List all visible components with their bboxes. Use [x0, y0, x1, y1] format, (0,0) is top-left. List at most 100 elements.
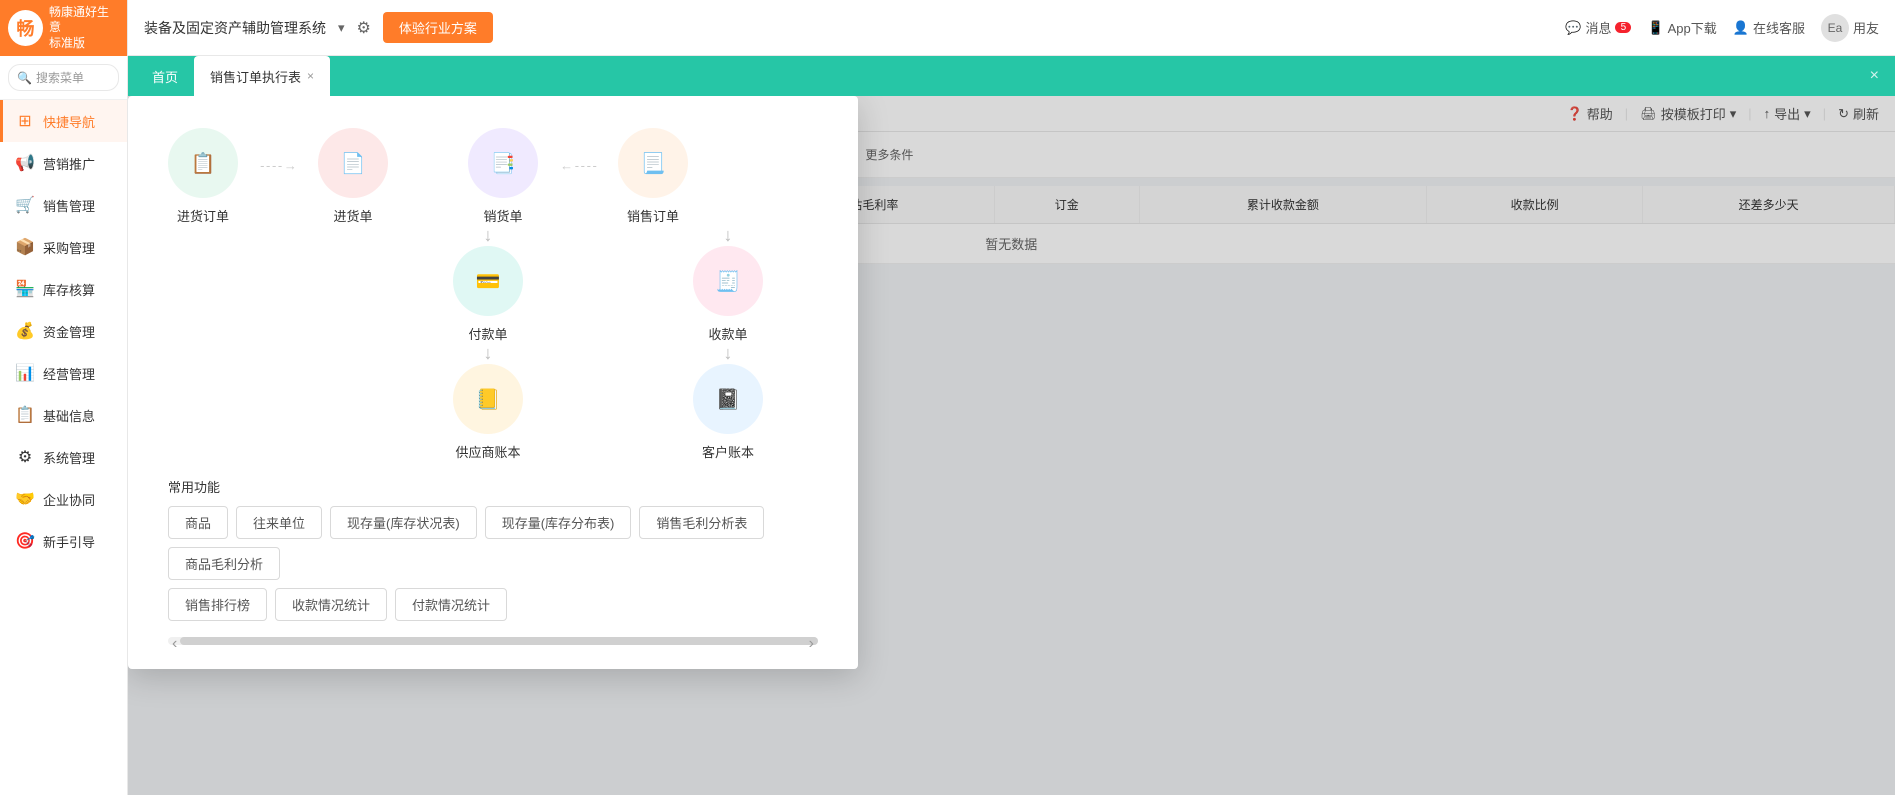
purchase-receipt-icon: 📄 [318, 128, 388, 198]
sidebar-item-finance[interactable]: 💰 资金管理 [0, 310, 127, 352]
avatar: Ea [1821, 14, 1849, 42]
tab-home[interactable]: 首页 [136, 56, 194, 96]
customer-ledger-label: 客户账本 [702, 442, 754, 461]
inventory-icon: 🏪 [15, 279, 35, 299]
cf-btn-receipt-stats[interactable]: 收款情况统计 [275, 588, 387, 621]
sidebar-item-system[interactable]: ⚙ 系统管理 [0, 436, 127, 478]
customer-ledger-node[interactable]: 📓 客户账本 [648, 364, 808, 461]
svg-text:📓: 📓 [716, 388, 741, 411]
tab-close-icon[interactable]: × [307, 69, 314, 83]
sidebar-search: 🔍 搜索菜单 [0, 56, 127, 100]
finance-icon: 💰 [15, 321, 35, 341]
sidebar-nav: ⊞ 快捷导航 📢 营销推广 🛒 销售管理 📦 采购管理 🏪 库存核算 💰 资金管… [0, 100, 127, 795]
logo-icon: 畅 [8, 10, 43, 46]
sidebar-item-sales[interactable]: 🛒 销售管理 [0, 184, 127, 226]
cf-btn-counterpart[interactable]: 往来单位 [236, 506, 322, 539]
purchase-receipt-label: 进货单 [333, 206, 372, 225]
tabbar-close-button[interactable]: × [1862, 67, 1887, 85]
content-area: ❓ 帮助 | 🖨 按模板打印 ▾ | ↑ 导出 ▾ | ↻ 刷新 [128, 96, 1895, 795]
svg-text:📄: 📄 [341, 151, 366, 175]
receipt-label: 收款单 [708, 324, 747, 343]
receipt-icon: 🧾 [693, 246, 763, 316]
tab-sales-order[interactable]: 销售订单执行表 × [194, 56, 330, 96]
user-action[interactable]: Ea 用友 [1821, 14, 1879, 42]
supplier-ledger-node[interactable]: 📒 供应商账本 [408, 364, 568, 461]
message-icon: 💬 [1565, 20, 1581, 36]
popup-overlay[interactable]: 📋 进货订单 - - - - → [128, 96, 1895, 795]
svg-text:📋: 📋 [191, 151, 216, 175]
sales-order-node[interactable]: 📑 销货单 [468, 128, 538, 225]
svg-text:📒: 📒 [476, 388, 501, 411]
payment-icon: 💳 [453, 246, 523, 316]
sidebar-item-inventory[interactable]: 🏪 库存核算 [0, 268, 127, 310]
cf-btn-sales-margin[interactable]: 销售毛利分析表 [639, 506, 764, 539]
main-area: 装备及固定资产辅助管理系统 ▾ ⚙ 体验行业方案 💬 消息 5 📱 App下载 … [128, 0, 1895, 795]
search-icon: 🔍 [17, 71, 32, 85]
common-functions-buttons: 商品 往来单位 现存量(库存状况表) 现存量(库存分布表) 销售毛利分析表 商品… [168, 506, 818, 580]
system-icon: ⚙ [15, 447, 35, 467]
sidebar-item-quick-nav[interactable]: ⊞ 快捷导航 [0, 100, 127, 142]
cf-btn-sales-rank[interactable]: 销售排行榜 [168, 588, 267, 621]
sidebar-item-newbie[interactable]: 🎯 新手引导 [0, 520, 127, 562]
sidebar-item-marketing[interactable]: 📢 营销推广 [0, 142, 127, 184]
dropdown-icon[interactable]: ▾ [338, 20, 345, 36]
topbar: 装备及固定资产辅助管理系统 ▾ ⚙ 体验行业方案 💬 消息 5 📱 App下载 … [128, 0, 1895, 56]
payment-node[interactable]: 💳 付款单 [408, 246, 568, 343]
common-functions-title: 常用功能 [168, 477, 818, 496]
svg-text:🧾: 🧾 [716, 269, 741, 293]
quick-nav-icon: ⊞ [15, 111, 35, 131]
search-menu-button[interactable]: 🔍 搜索菜单 [8, 64, 119, 91]
receipt-node[interactable]: 🧾 收款单 [648, 246, 808, 343]
svg-text:💳: 💳 [476, 271, 501, 293]
sales-order2-node[interactable]: 📃 销售订单 [618, 128, 688, 225]
svg-text:📑: 📑 [491, 151, 516, 175]
payment-label: 付款单 [468, 324, 507, 343]
sidebar-item-basic-info[interactable]: 📋 基础信息 [0, 394, 127, 436]
sidebar-item-operations[interactable]: 📊 经营管理 [0, 352, 127, 394]
customer-ledger-icon: 📓 [693, 364, 763, 434]
purchase-icon: 📦 [15, 237, 35, 257]
sidebar-item-enterprise[interactable]: 🤝 企业协同 [0, 478, 127, 520]
sales-order2-icon: 📃 [618, 128, 688, 198]
sidebar-item-purchase[interactable]: 📦 采购管理 [0, 226, 127, 268]
supplier-ledger-label: 供应商账本 [455, 442, 520, 461]
logo-text: 畅康通好生意 标准版 [49, 5, 119, 52]
sales-order2-label: 销售订单 [627, 206, 679, 225]
topbar-right: 💬 消息 5 📱 App下载 👤 在线客服 Ea 用友 [1565, 14, 1879, 42]
service-icon: 👤 [1733, 20, 1749, 36]
sales-order-label: 销货单 [483, 206, 522, 225]
online-service-action[interactable]: 👤 在线客服 [1733, 18, 1805, 37]
arrow-so-so2: ← - - - - [538, 158, 618, 195]
scrollbar-thumb[interactable] [180, 637, 818, 645]
tabbar: 首页 销售订单执行表 × × [128, 56, 1895, 96]
cf-btn-stock-status[interactable]: 现存量(库存状况表) [330, 506, 477, 539]
purchase-order-label: 进货订单 [177, 206, 229, 225]
trial-button[interactable]: 体验行业方案 [383, 12, 493, 43]
marketing-icon: 📢 [15, 153, 35, 173]
app-download-action[interactable]: 📱 App下载 [1647, 18, 1716, 37]
basic-info-icon: 📋 [15, 405, 35, 425]
svg-text:📃: 📃 [641, 151, 666, 175]
cf-btn-product[interactable]: 商品 [168, 506, 228, 539]
scroll-left-arrow[interactable]: ‹ [168, 635, 181, 653]
phone-icon: 📱 [1647, 20, 1663, 36]
popup-scrollbar: ‹ › [168, 637, 818, 645]
supplier-ledger-icon: 📒 [453, 364, 523, 434]
purchase-order-node[interactable]: 📋 进货订单 [168, 128, 238, 225]
message-badge: 5 [1615, 22, 1631, 33]
purchase-order-icon: 📋 [168, 128, 238, 198]
cf-btn-stock-dist[interactable]: 现存量(库存分布表) [485, 506, 632, 539]
common-functions: 常用功能 商品 往来单位 现存量(库存状况表) 现存量(库存分布表) 销售毛利分… [152, 477, 834, 621]
enterprise-icon: 🤝 [15, 489, 35, 509]
popup-panel: 📋 进货订单 - - - - → [128, 96, 858, 669]
cf-btn-product-margin[interactable]: 商品毛利分析 [168, 547, 280, 580]
message-action[interactable]: 💬 消息 5 [1565, 18, 1631, 37]
scroll-right-arrow[interactable]: › [805, 635, 818, 653]
cf-btn-payment-stats[interactable]: 付款情况统计 [395, 588, 507, 621]
purchase-receipt-node[interactable]: 📄 进货单 [318, 128, 388, 225]
sales-order-icon: 📑 [468, 128, 538, 198]
settings-icon[interactable]: ⚙ [357, 18, 371, 38]
sales-icon: 🛒 [15, 195, 35, 215]
sidebar: 畅 畅康通好生意 标准版 🔍 搜索菜单 ⊞ 快捷导航 📢 营销推广 🛒 销售管理… [0, 0, 128, 795]
logo-area: 畅 畅康通好生意 标准版 [0, 0, 127, 56]
